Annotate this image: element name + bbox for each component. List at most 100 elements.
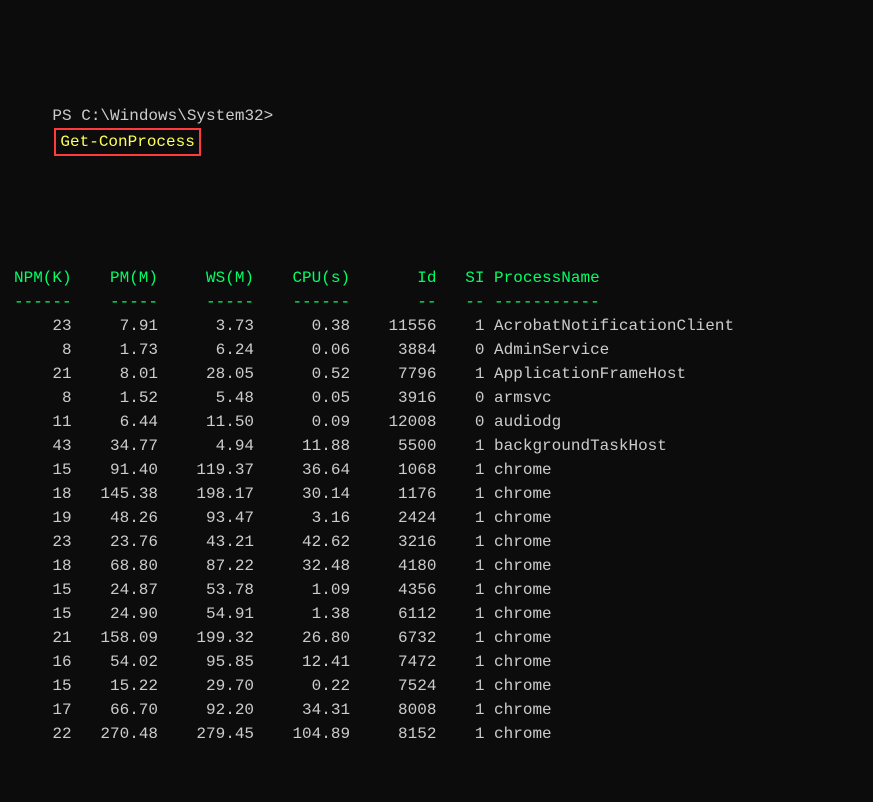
cell-cpu: 0.52 <box>254 362 350 386</box>
cell-ws: 87.22 <box>158 554 254 578</box>
cell-ws: 28.05 <box>158 362 254 386</box>
cell-cpu: 0.09 <box>254 410 350 434</box>
table-row: 21158.09199.3226.8067321chrome <box>14 626 734 650</box>
cell-si: 1 <box>436 482 484 506</box>
cell-name: chrome <box>484 482 734 506</box>
table-row: 18145.38198.1730.1411761chrome <box>14 482 734 506</box>
cell-pm: 23.76 <box>72 530 158 554</box>
cell-id: 8008 <box>350 698 436 722</box>
cell-npm: 21 <box>14 626 72 650</box>
cell-si: 1 <box>436 602 484 626</box>
cell-id: 2424 <box>350 506 436 530</box>
cell-name: AcrobatNotificationClient <box>484 314 734 338</box>
cell-pm: 68.80 <box>72 554 158 578</box>
cell-cpu: 12.41 <box>254 650 350 674</box>
cell-npm: 23 <box>14 530 72 554</box>
cell-id: 1068 <box>350 458 436 482</box>
terminal-output[interactable]: PS C:\Windows\System32> Get-ConProcess N… <box>0 0 873 802</box>
cell-npm: 15 <box>14 578 72 602</box>
cell-npm: 18 <box>14 554 72 578</box>
cell-pm: 34.77 <box>72 434 158 458</box>
process-table: NPM(K) PM(M) WS(M) CPU(s) Id SI ProcessN… <box>14 266 734 746</box>
cell-cpu: 36.64 <box>254 458 350 482</box>
cell-pm: 1.52 <box>72 386 158 410</box>
cell-npm: 23 <box>14 314 72 338</box>
cell-ws: 29.70 <box>158 674 254 698</box>
cell-pm: 270.48 <box>72 722 158 746</box>
cell-npm: 16 <box>14 650 72 674</box>
header-ws: WS(M) <box>158 266 254 290</box>
command-text: Get-ConProcess <box>60 133 194 151</box>
cell-name: chrome <box>484 626 734 650</box>
cell-ws: 93.47 <box>158 506 254 530</box>
cell-name: audiodg <box>484 410 734 434</box>
cell-cpu: 0.06 <box>254 338 350 362</box>
cell-name: chrome <box>484 458 734 482</box>
cell-pm: 54.02 <box>72 650 158 674</box>
cell-npm: 17 <box>14 698 72 722</box>
cell-si: 0 <box>436 410 484 434</box>
cell-id: 8152 <box>350 722 436 746</box>
cell-si: 1 <box>436 626 484 650</box>
cell-cpu: 1.09 <box>254 578 350 602</box>
cell-npm: 8 <box>14 338 72 362</box>
cell-pm: 1.73 <box>72 338 158 362</box>
prompt-line: PS C:\Windows\System32> Get-ConProcess <box>14 80 859 180</box>
cell-cpu: 104.89 <box>254 722 350 746</box>
table-row: 22270.48279.45104.8981521chrome <box>14 722 734 746</box>
cell-pm: 24.87 <box>72 578 158 602</box>
cell-pm: 8.01 <box>72 362 158 386</box>
cell-name: backgroundTaskHost <box>484 434 734 458</box>
header-id: Id <box>350 266 436 290</box>
cell-id: 4356 <box>350 578 436 602</box>
header-si: SI <box>436 266 484 290</box>
cell-cpu: 11.88 <box>254 434 350 458</box>
prompt-prefix: PS C:\Windows\System32> <box>52 107 273 125</box>
cell-pm: 6.44 <box>72 410 158 434</box>
cell-name: AdminService <box>484 338 734 362</box>
cell-pm: 24.90 <box>72 602 158 626</box>
cell-cpu: 32.48 <box>254 554 350 578</box>
cell-npm: 43 <box>14 434 72 458</box>
cell-npm: 11 <box>14 410 72 434</box>
cell-name: chrome <box>484 506 734 530</box>
cell-ws: 198.17 <box>158 482 254 506</box>
table-row: 218.0128.050.5277961ApplicationFrameHost <box>14 362 734 386</box>
table-row: 1591.40119.3736.6410681chrome <box>14 458 734 482</box>
cell-si: 1 <box>436 650 484 674</box>
cell-ws: 43.21 <box>158 530 254 554</box>
cell-id: 6732 <box>350 626 436 650</box>
cell-ws: 199.32 <box>158 626 254 650</box>
cell-ws: 279.45 <box>158 722 254 746</box>
table-row: 81.736.240.0638840AdminService <box>14 338 734 362</box>
cell-name: chrome <box>484 674 734 698</box>
cell-npm: 21 <box>14 362 72 386</box>
cell-cpu: 42.62 <box>254 530 350 554</box>
cell-cpu: 0.05 <box>254 386 350 410</box>
table-row: 1766.7092.2034.3180081chrome <box>14 698 734 722</box>
cell-si: 1 <box>436 530 484 554</box>
cell-name: chrome <box>484 530 734 554</box>
cell-name: chrome <box>484 554 734 578</box>
cell-ws: 53.78 <box>158 578 254 602</box>
cell-id: 1176 <box>350 482 436 506</box>
cell-npm: 19 <box>14 506 72 530</box>
table-header-row: NPM(K) PM(M) WS(M) CPU(s) Id SI ProcessN… <box>14 266 734 290</box>
table-row: 4334.774.9411.8855001backgroundTaskHost <box>14 434 734 458</box>
header-pm: PM(M) <box>72 266 158 290</box>
cell-ws: 95.85 <box>158 650 254 674</box>
cell-cpu: 3.16 <box>254 506 350 530</box>
cell-si: 0 <box>436 386 484 410</box>
cell-ws: 54.91 <box>158 602 254 626</box>
cell-name: chrome <box>484 698 734 722</box>
cell-pm: 91.40 <box>72 458 158 482</box>
cell-id: 6112 <box>350 602 436 626</box>
cell-id: 5500 <box>350 434 436 458</box>
table-row: 116.4411.500.09120080audiodg <box>14 410 734 434</box>
header-cpu: CPU(s) <box>254 266 350 290</box>
cell-id: 7796 <box>350 362 436 386</box>
cell-ws: 4.94 <box>158 434 254 458</box>
cell-si: 0 <box>436 338 484 362</box>
cell-npm: 8 <box>14 386 72 410</box>
command-highlight-box: Get-ConProcess <box>54 128 200 156</box>
